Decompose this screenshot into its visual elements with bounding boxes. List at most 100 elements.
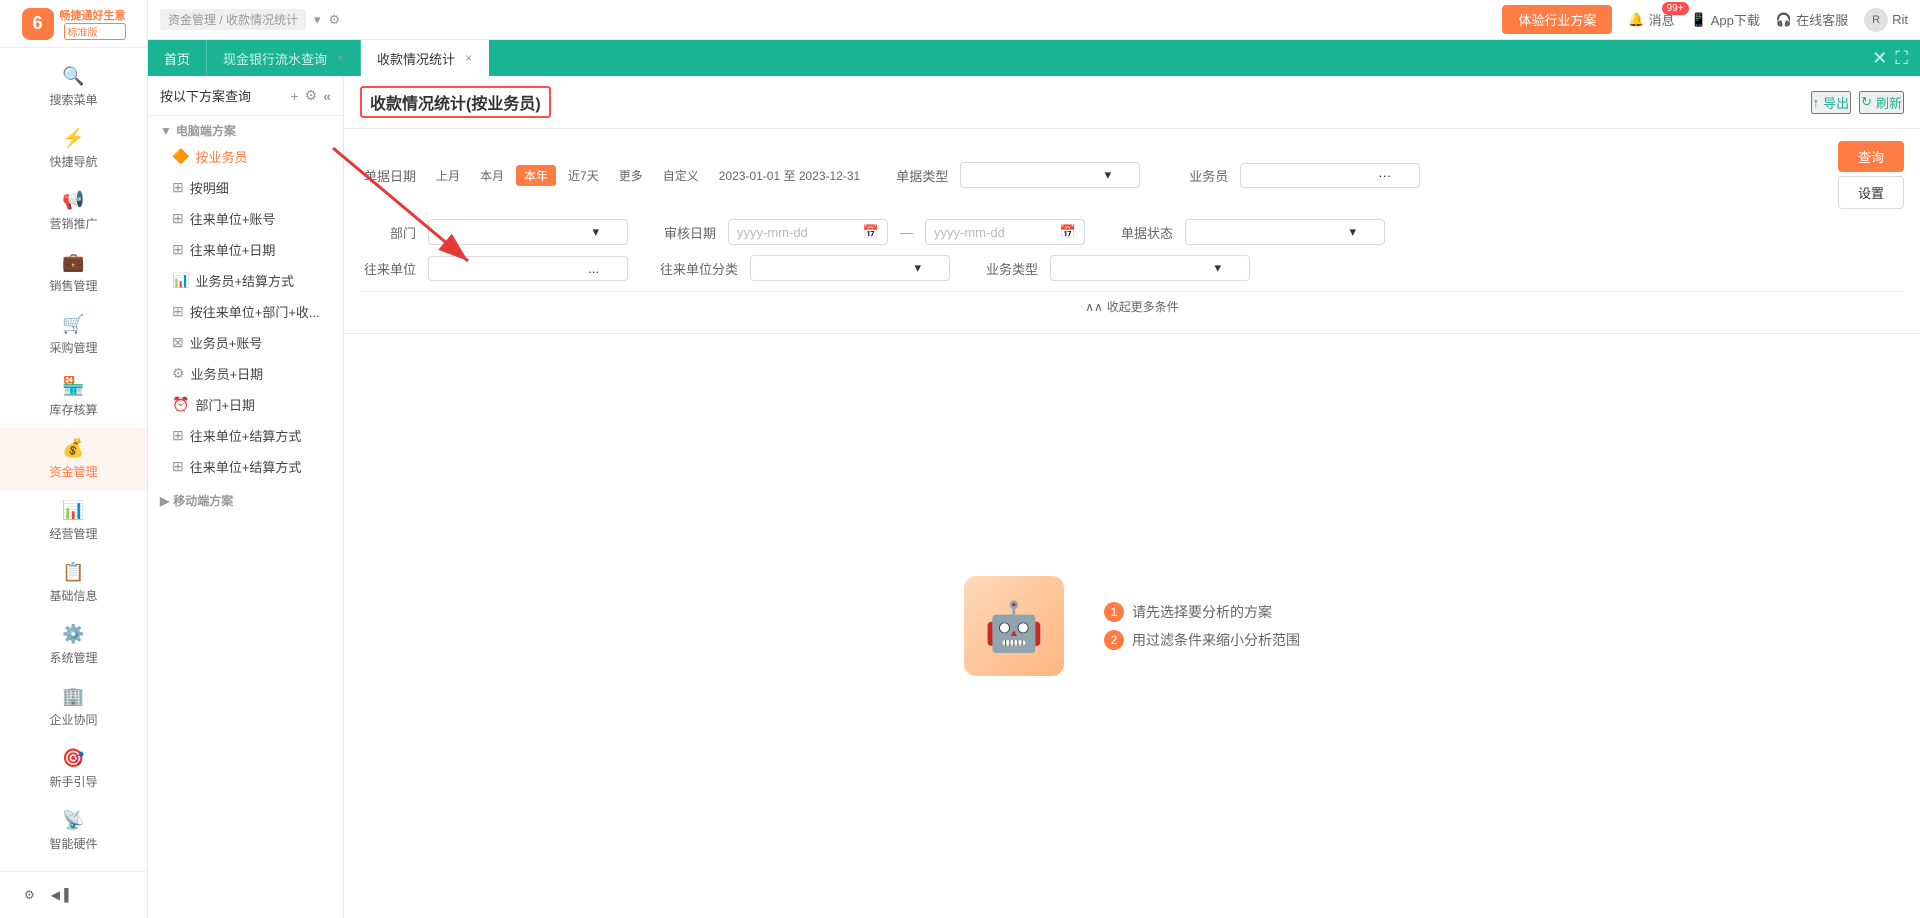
- basic-icon: 📋: [62, 562, 84, 583]
- bank-flow-tab-label: 现金银行流水查询: [223, 49, 327, 68]
- partner-more-dots[interactable]: ...: [588, 261, 599, 276]
- scheme-partner-dept-collect[interactable]: ⊞ 按往来单位+部门+收...: [160, 296, 343, 327]
- tab-collection-stat[interactable]: 收款情况统计 ×: [361, 40, 489, 76]
- bank-flow-close-icon[interactable]: ×: [337, 51, 344, 65]
- scheme-salesperson-settle[interactable]: 📊 业务员+结算方式: [160, 265, 343, 296]
- desktop-label: 电脑端方案: [176, 122, 236, 139]
- sidebar-item-sales[interactable]: 💼 销售管理: [0, 242, 147, 304]
- collapse-more-button[interactable]: ∧∧ 收起更多条件: [360, 291, 1904, 321]
- mobile-expand-icon[interactable]: ▶: [160, 494, 169, 508]
- query-button[interactable]: 查询: [1838, 141, 1904, 172]
- salesperson-select[interactable]: ···: [1240, 163, 1420, 188]
- sidebar-collapse-icon: ◀▐: [51, 888, 69, 902]
- partner-cat-label: 往来单位分类: [660, 259, 738, 278]
- salesperson-account-icon: ⊠: [172, 334, 184, 351]
- scheme-by-salesperson[interactable]: 🔶 按业务员: [160, 141, 343, 172]
- audit-date-to-placeholder[interactable]: yyyy-mm-dd: [934, 225, 1060, 240]
- collection-stat-close-icon[interactable]: ×: [465, 51, 472, 65]
- scheme-partner-settle1[interactable]: ⊞ 往来单位+结算方式: [160, 420, 343, 451]
- scheme-partner-date[interactable]: ⊞ 往来单位+日期: [160, 234, 343, 265]
- calendar-to-icon[interactable]: 📅: [1060, 224, 1076, 240]
- export-label: 导出: [1823, 93, 1849, 112]
- sidebar-item-quicknav[interactable]: ⚡ 快捷导航: [0, 118, 147, 180]
- sidebar-item-system-label: 系统管理: [49, 649, 97, 666]
- gear-icon[interactable]: ⚙: [329, 12, 341, 28]
- empty-tip-1: 1 请先选择要分析的方案: [1104, 602, 1300, 622]
- sidebar-nav: 🔍 搜索菜单 ⚡ 快捷导航 📢 营销推广 💼 销售管理 🛒 采购管理 🏪 库存核…: [0, 48, 147, 871]
- partner-account-icon: ⊞: [172, 210, 184, 227]
- sidebar-item-basic[interactable]: 📋 基础信息: [0, 552, 147, 614]
- mobile-section-label: ▶ 移动端方案: [148, 486, 343, 511]
- doc-type-chevron: ▾: [1105, 167, 1112, 183]
- online-service-area[interactable]: 🎧 在线客服: [1776, 10, 1848, 29]
- chevron-down-icon[interactable]: ▾: [314, 12, 321, 28]
- operations-icon: 📊: [62, 500, 84, 521]
- sidebar-item-operations[interactable]: 📊 经营管理: [0, 490, 147, 552]
- scheme-salesperson-account[interactable]: ⊠ 业务员+账号: [160, 327, 343, 358]
- sidebar-item-system[interactable]: ⚙️ 系统管理: [0, 614, 147, 676]
- partner-select[interactable]: ...: [428, 256, 628, 281]
- logo-area: 6 畅捷通好生意 标准版: [0, 0, 147, 48]
- sidebar-item-wechat[interactable]: 💬 企业微信: [0, 862, 147, 871]
- sidebar-item-purchase[interactable]: 🛒 采购管理: [0, 304, 147, 366]
- settings-button[interactable]: 设置: [1838, 176, 1904, 209]
- export-icon: ↑: [1813, 95, 1820, 110]
- app-download-area[interactable]: 📱 App下载: [1691, 10, 1760, 29]
- sidebar-item-enterprise[interactable]: 🏢 企业协同: [0, 676, 147, 738]
- tab-home[interactable]: 首页: [148, 40, 207, 76]
- close-all-icon[interactable]: ✕: [1872, 48, 1887, 69]
- sidebar-item-finance[interactable]: 💰 资金管理: [0, 428, 147, 490]
- dept-date-icon: ⏰: [172, 396, 189, 413]
- add-scheme-button[interactable]: +: [290, 88, 298, 104]
- date-tab-7days[interactable]: 近7天: [560, 165, 607, 186]
- date-tab-prev-month[interactable]: 上月: [428, 165, 468, 186]
- tip-num-2: 2: [1104, 630, 1124, 650]
- maximize-icon[interactable]: ⛶: [1895, 48, 1908, 69]
- date-tab-this-year[interactable]: 本年: [516, 165, 556, 186]
- detail-scheme-label: 按明细: [190, 178, 229, 197]
- salesperson-settle-label: 业务员+结算方式: [195, 271, 294, 290]
- date-tab-this-month[interactable]: 本月: [472, 165, 512, 186]
- filter-row-2: 部门 ▾ 审核日期 yyyy-mm-dd 📅 — yyyy-mm-dd 📅 单据…: [360, 219, 1904, 245]
- audit-date-from-placeholder[interactable]: yyyy-mm-dd: [737, 225, 863, 240]
- sidebar-item-smarthw[interactable]: 📡 智能硬件: [0, 800, 147, 862]
- refresh-button[interactable]: ↻ 刷新: [1859, 91, 1904, 114]
- date-tab-custom[interactable]: 自定义: [655, 165, 707, 186]
- sales-icon: 💼: [62, 252, 84, 273]
- calendar-from-icon[interactable]: 📅: [863, 224, 879, 240]
- sidebar-item-marketing[interactable]: 📢 营销推广: [0, 180, 147, 242]
- biz-type-select[interactable]: ▾: [1050, 255, 1250, 281]
- user-avatar[interactable]: R Rit: [1864, 8, 1908, 32]
- sidebar-item-search-label: 搜索菜单: [49, 91, 97, 108]
- scheme-settings-icon[interactable]: ⚙: [305, 87, 318, 104]
- tip-text-1: 请先选择要分析的方案: [1132, 602, 1272, 622]
- sidebar-item-marketing-label: 营销推广: [49, 215, 97, 232]
- scheme-by-detail[interactable]: ⊞ 按明细: [160, 172, 343, 203]
- sidebar-item-guide[interactable]: 🎯 新手引导: [0, 738, 147, 800]
- scheme-salesperson-date[interactable]: ⚙ 业务员+日期: [160, 358, 343, 389]
- page-header-actions: ↑ 导出 ↻ 刷新: [1811, 91, 1904, 114]
- scheme-partner-settle2[interactable]: ⊞ 往来单位+结算方式: [160, 451, 343, 482]
- partner-date-label: 往来单位+日期: [190, 240, 276, 259]
- salesperson-more-icon: ···: [1378, 168, 1391, 183]
- export-button[interactable]: ↑ 导出: [1811, 91, 1852, 114]
- sidebar-settings-btn[interactable]: ⚙ ◀▐: [0, 880, 147, 910]
- date-tab-more[interactable]: 更多: [611, 165, 651, 186]
- partner-cat-select[interactable]: ▾: [750, 255, 950, 281]
- empty-area: 🤖 1 请先选择要分析的方案 2 用过滤条件来缩小分析范围: [344, 334, 1920, 918]
- enterprise-icon: 🏢: [62, 686, 84, 707]
- doc-type-select[interactable]: ▾: [960, 162, 1140, 188]
- scheme-partner-account[interactable]: ⊞ 往来单位+账号: [160, 203, 343, 234]
- home-tab-label: 首页: [164, 49, 190, 68]
- tree-expand-icon[interactable]: ▼: [160, 124, 172, 138]
- tab-bank-flow[interactable]: 现金银行流水查询 ×: [207, 40, 361, 76]
- sidebar-item-search[interactable]: 🔍 搜索菜单: [0, 56, 147, 118]
- doc-status-select[interactable]: ▾: [1185, 219, 1385, 245]
- scheme-dept-date[interactable]: ⏰ 部门+日期: [160, 389, 343, 420]
- messages-area[interactable]: 🔔 消息 99+: [1628, 10, 1674, 29]
- sidebar-item-warehouse[interactable]: 🏪 库存核算: [0, 366, 147, 428]
- topbar-actions: 体验行业方案 🔔 消息 99+ 📱 App下载 🎧 在线客服 R Rit: [1502, 5, 1908, 34]
- collapse-panel-icon[interactable]: «: [323, 88, 331, 104]
- trial-button[interactable]: 体验行业方案: [1502, 5, 1612, 34]
- dept-select[interactable]: ▾: [428, 219, 628, 245]
